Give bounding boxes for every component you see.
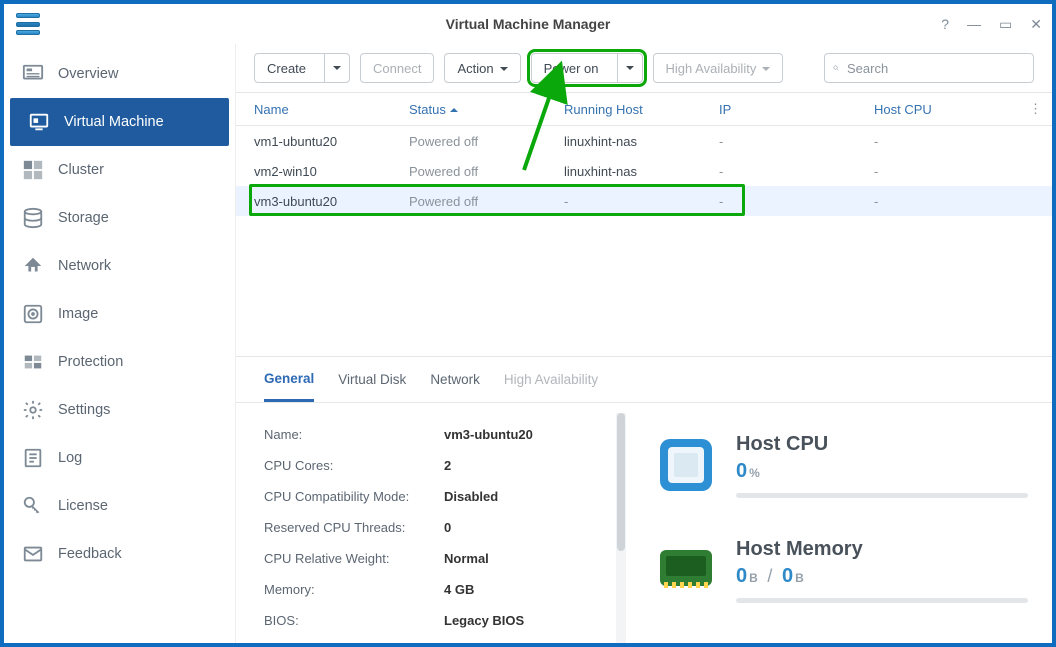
protection-icon — [22, 351, 44, 373]
sidebar-item-settings[interactable]: Settings — [4, 386, 235, 434]
tab-network[interactable]: Network — [430, 357, 480, 402]
connect-label: Connect — [373, 61, 421, 76]
search-icon — [833, 61, 839, 75]
sidebar-label: Overview — [58, 66, 118, 82]
power-on-button[interactable]: Power on — [531, 53, 643, 83]
col-status[interactable]: Status — [409, 102, 564, 117]
create-button[interactable]: Create — [254, 53, 350, 83]
stat-host-cpu: Host CPU 0% — [654, 433, 1028, 498]
table-row[interactable]: vm1-ubuntu20 Powered off linuxhint-nas -… — [236, 126, 1052, 156]
stat-title: Host CPU — [736, 433, 1028, 456]
sidebar-label: Feedback — [58, 546, 122, 562]
image-icon — [22, 303, 44, 325]
stat-title: Host Memory — [736, 538, 1028, 561]
create-label: Create — [255, 54, 318, 82]
settings-icon — [22, 399, 44, 421]
power-on-label: Power on — [532, 54, 611, 82]
action-button[interactable]: Action — [444, 53, 520, 83]
sidebar: Overview Virtual Machine Cluster Storage… — [4, 44, 236, 643]
col-name[interactable]: Name — [254, 102, 409, 117]
feedback-icon — [22, 543, 44, 565]
sidebar-item-feedback[interactable]: Feedback — [4, 530, 235, 578]
titlebar: Virtual Machine Manager ? — ▭ ✕ — [4, 4, 1052, 44]
tab-general[interactable]: General — [264, 357, 314, 402]
sidebar-label: Network — [58, 258, 111, 274]
sidebar-item-log[interactable]: Log — [4, 434, 235, 482]
sidebar-item-storage[interactable]: Storage — [4, 194, 235, 242]
storage-icon — [22, 207, 44, 229]
high-availability-button[interactable]: High Availability — [653, 53, 784, 83]
tab-virtual-disk[interactable]: Virtual Disk — [338, 357, 406, 402]
chevron-down-icon[interactable] — [324, 54, 349, 82]
toolbar: Create Connect Action Power on High Avai… — [236, 44, 1052, 92]
col-ip[interactable]: IP — [719, 102, 874, 117]
memory-icon — [654, 538, 718, 602]
detail-pane: General Virtual Disk Network High Availa… — [236, 356, 1052, 643]
table-row[interactable]: vm2-win10 Powered off linuxhint-nas - - — [236, 156, 1052, 186]
tabs: General Virtual Disk Network High Availa… — [236, 357, 1052, 403]
sidebar-label: Image — [58, 306, 98, 322]
cluster-icon — [22, 159, 44, 181]
sidebar-label: Protection — [58, 354, 123, 370]
sidebar-item-overview[interactable]: Overview — [4, 50, 235, 98]
virtual-machine-icon — [28, 111, 50, 133]
table-row-selected[interactable]: vm3-ubuntu20 Powered off - - - — [236, 186, 1052, 216]
vm-table: Name Status Running Host IP Host CPU ⋮ v… — [236, 92, 1052, 216]
overview-icon — [22, 63, 44, 85]
sidebar-item-cluster[interactable]: Cluster — [4, 146, 235, 194]
chevron-down-icon — [762, 61, 770, 76]
general-info: Name:vm3-ubuntu20 CPU Cores:2 CPU Compat… — [236, 413, 616, 643]
col-host-cpu[interactable]: Host CPU — [874, 102, 1029, 117]
search-box[interactable] — [824, 53, 1034, 83]
stats: Host CPU 0% — [630, 413, 1052, 643]
log-icon — [22, 447, 44, 469]
main: Create Connect Action Power on High Avai… — [236, 44, 1052, 643]
license-icon — [22, 495, 44, 517]
columns-options-icon[interactable]: ⋮ — [1029, 101, 1049, 117]
network-icon — [22, 255, 44, 277]
stat-value: 0B / 0B — [736, 565, 1028, 588]
col-running-host[interactable]: Running Host — [564, 102, 719, 117]
table-header: Name Status Running Host IP Host CPU ⋮ — [236, 92, 1052, 126]
window-title: Virtual Machine Manager — [4, 16, 1052, 32]
app-window: Virtual Machine Manager ? — ▭ ✕ Overview… — [0, 0, 1056, 647]
sidebar-item-image[interactable]: Image — [4, 290, 235, 338]
sidebar-item-network[interactable]: Network — [4, 242, 235, 290]
sidebar-item-protection[interactable]: Protection — [4, 338, 235, 386]
progress-bar — [736, 598, 1028, 603]
stat-value: 0% — [736, 460, 1028, 483]
chevron-down-icon — [500, 61, 508, 76]
action-label: Action — [457, 61, 493, 76]
progress-bar — [736, 493, 1028, 498]
sidebar-label: Virtual Machine — [64, 114, 164, 130]
sidebar-item-license[interactable]: License — [4, 482, 235, 530]
scrollbar[interactable] — [616, 413, 626, 643]
sidebar-label: Log — [58, 450, 82, 466]
sidebar-label: Cluster — [58, 162, 104, 178]
chevron-down-icon[interactable] — [617, 54, 642, 82]
tab-high-availability: High Availability — [504, 357, 598, 402]
scroll-thumb[interactable] — [617, 413, 625, 551]
sort-asc-icon — [450, 102, 458, 117]
connect-button[interactable]: Connect — [360, 53, 434, 83]
sidebar-label: Settings — [58, 402, 110, 418]
stat-host-memory: Host Memory 0B / 0B — [654, 538, 1028, 603]
ha-label: High Availability — [666, 61, 757, 76]
search-input[interactable] — [845, 60, 1025, 77]
sidebar-label: License — [58, 498, 108, 514]
cpu-icon — [654, 433, 718, 497]
sidebar-label: Storage — [58, 210, 109, 226]
sidebar-item-virtual-machine[interactable]: Virtual Machine — [10, 98, 229, 146]
